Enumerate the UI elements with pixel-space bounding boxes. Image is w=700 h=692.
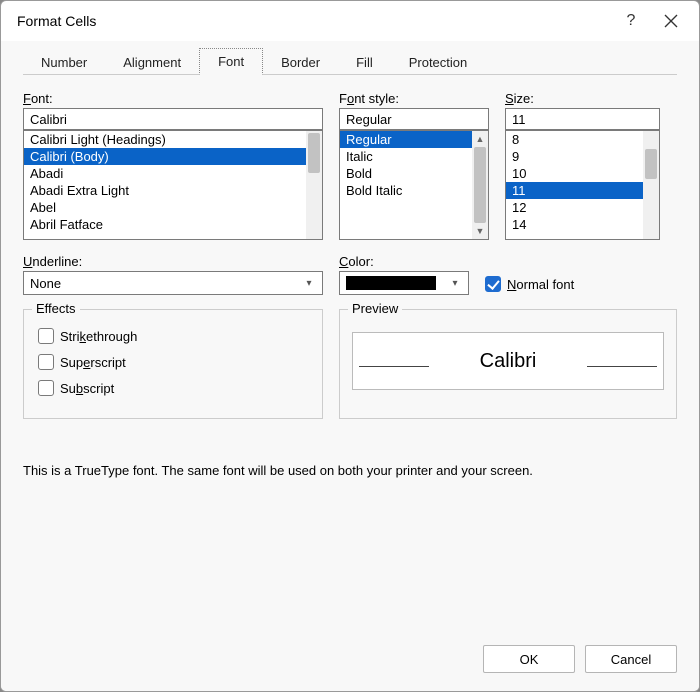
chevron-down-icon: ▾ <box>300 278 318 289</box>
checkbox-icon <box>38 328 54 344</box>
preview-group: Preview Calibri <box>339 309 677 419</box>
fontstyle-option[interactable]: Italic <box>340 148 488 165</box>
preview-canvas: Calibri <box>352 332 664 390</box>
scrollbar-thumb[interactable] <box>645 149 657 179</box>
preview-line <box>587 366 657 367</box>
tab-border[interactable]: Border <box>263 50 338 75</box>
fontstyle-option[interactable]: Regular <box>340 131 488 148</box>
close-icon <box>664 14 678 28</box>
scroll-up-icon[interactable]: ▲ <box>472 131 488 147</box>
strikethrough-label: Strikethrough <box>60 329 137 344</box>
font-list-scrollbar[interactable] <box>306 131 322 239</box>
tab-number[interactable]: Number <box>23 50 105 75</box>
size-input[interactable] <box>505 108 660 130</box>
font-input[interactable] <box>23 108 323 130</box>
tab-fill[interactable]: Fill <box>338 50 391 75</box>
font-option[interactable]: Abadi <box>24 165 322 182</box>
strikethrough-checkbox[interactable]: Strikethrough <box>38 328 310 344</box>
fontstyle-label: Font style: <box>339 91 489 106</box>
ok-button[interactable]: OK <box>483 645 575 673</box>
preview-sample-text: Calibri <box>480 350 537 373</box>
chevron-down-icon: ▾ <box>446 278 464 289</box>
subscript-checkbox[interactable]: Subscript <box>38 380 310 396</box>
fontstyle-option[interactable]: Bold <box>340 165 488 182</box>
scrollbar-thumb[interactable] <box>474 147 486 223</box>
font-option[interactable]: Abril Fatface <box>24 216 322 233</box>
superscript-label: Superscript <box>60 355 126 370</box>
help-icon: ? <box>627 12 636 30</box>
color-label: Color: <box>339 254 469 269</box>
size-list-scrollbar[interactable] <box>643 131 659 239</box>
font-column: Font: Calibri Light (Headings) Calibri (… <box>23 91 323 240</box>
tab-protection[interactable]: Protection <box>391 50 486 75</box>
subscript-label: Subscript <box>60 381 114 396</box>
size-option[interactable]: 9 <box>506 148 659 165</box>
dialog-footer: OK Cancel <box>1 633 699 691</box>
checkbox-icon <box>485 276 501 292</box>
format-cells-dialog: Format Cells ? Number Alignment Font Bor… <box>0 0 700 692</box>
row-font-style-size: Font: Calibri Light (Headings) Calibri (… <box>23 91 677 240</box>
normalfont-column: Normal font <box>485 276 677 292</box>
scroll-down-icon[interactable]: ▼ <box>472 223 488 239</box>
size-label: Size: <box>505 91 660 106</box>
close-button[interactable] <box>651 5 691 37</box>
font-label: Font: <box>23 91 323 106</box>
row-underline-color: Underline: None ▾ Color: ▾ Normal font <box>23 254 677 295</box>
size-listbox[interactable]: 8 9 10 11 12 14 <box>505 130 660 240</box>
scrollbar-thumb[interactable] <box>308 133 320 173</box>
underline-value: None <box>30 276 61 291</box>
underline-combo[interactable]: None ▾ <box>23 271 323 295</box>
font-option[interactable]: Calibri Light (Headings) <box>24 131 322 148</box>
preview-line <box>359 366 429 367</box>
titlebar: Format Cells ? <box>1 1 699 41</box>
row-effects-preview: Effects Strikethrough Superscript Subscr… <box>23 309 677 419</box>
normalfont-checkbox[interactable]: Normal font <box>485 276 574 292</box>
help-button[interactable]: ? <box>611 5 651 37</box>
underline-label: Underline: <box>23 254 323 269</box>
cancel-button[interactable]: Cancel <box>585 645 677 673</box>
tab-alignment[interactable]: Alignment <box>105 50 199 75</box>
fontstyle-list-scrollbar[interactable]: ▲ ▼ <box>472 131 488 239</box>
color-column: Color: ▾ <box>339 254 469 295</box>
window-title: Format Cells <box>17 13 611 29</box>
effects-legend: Effects <box>32 301 80 316</box>
font-option[interactable]: Calibri (Body) <box>24 148 322 165</box>
checkbox-icon <box>38 354 54 370</box>
size-option[interactable]: 12 <box>506 199 659 216</box>
superscript-checkbox[interactable]: Superscript <box>38 354 310 370</box>
normalfont-label: Normal font <box>507 277 574 292</box>
fontstyle-column: Font style: Regular Italic Bold Bold Ita… <box>339 91 489 240</box>
tabstrip: Number Alignment Font Border Fill Protec… <box>23 45 677 75</box>
fontstyle-input[interactable] <box>339 108 489 130</box>
checkbox-icon <box>38 380 54 396</box>
size-column: Size: 8 9 10 11 12 14 <box>505 91 660 240</box>
dialog-body: Number Alignment Font Border Fill Protec… <box>1 41 699 633</box>
tab-font[interactable]: Font <box>199 48 263 75</box>
size-option[interactable]: 10 <box>506 165 659 182</box>
size-option[interactable]: 8 <box>506 131 659 148</box>
font-listbox[interactable]: Calibri Light (Headings) Calibri (Body) … <box>23 130 323 240</box>
size-option[interactable]: 11 <box>506 182 659 199</box>
color-combo[interactable]: ▾ <box>339 271 469 295</box>
font-info-text: This is a TrueType font. The same font w… <box>23 463 677 478</box>
color-swatch <box>346 276 436 290</box>
preview-legend: Preview <box>348 301 402 316</box>
fontstyle-listbox[interactable]: Regular Italic Bold Bold Italic ▲ ▼ <box>339 130 489 240</box>
effects-group: Effects Strikethrough Superscript Subscr… <box>23 309 323 419</box>
underline-column: Underline: None ▾ <box>23 254 323 295</box>
fontstyle-option[interactable]: Bold Italic <box>340 182 488 199</box>
font-option[interactable]: Abel <box>24 199 322 216</box>
font-option[interactable]: Abadi Extra Light <box>24 182 322 199</box>
size-option[interactable]: 14 <box>506 216 659 233</box>
